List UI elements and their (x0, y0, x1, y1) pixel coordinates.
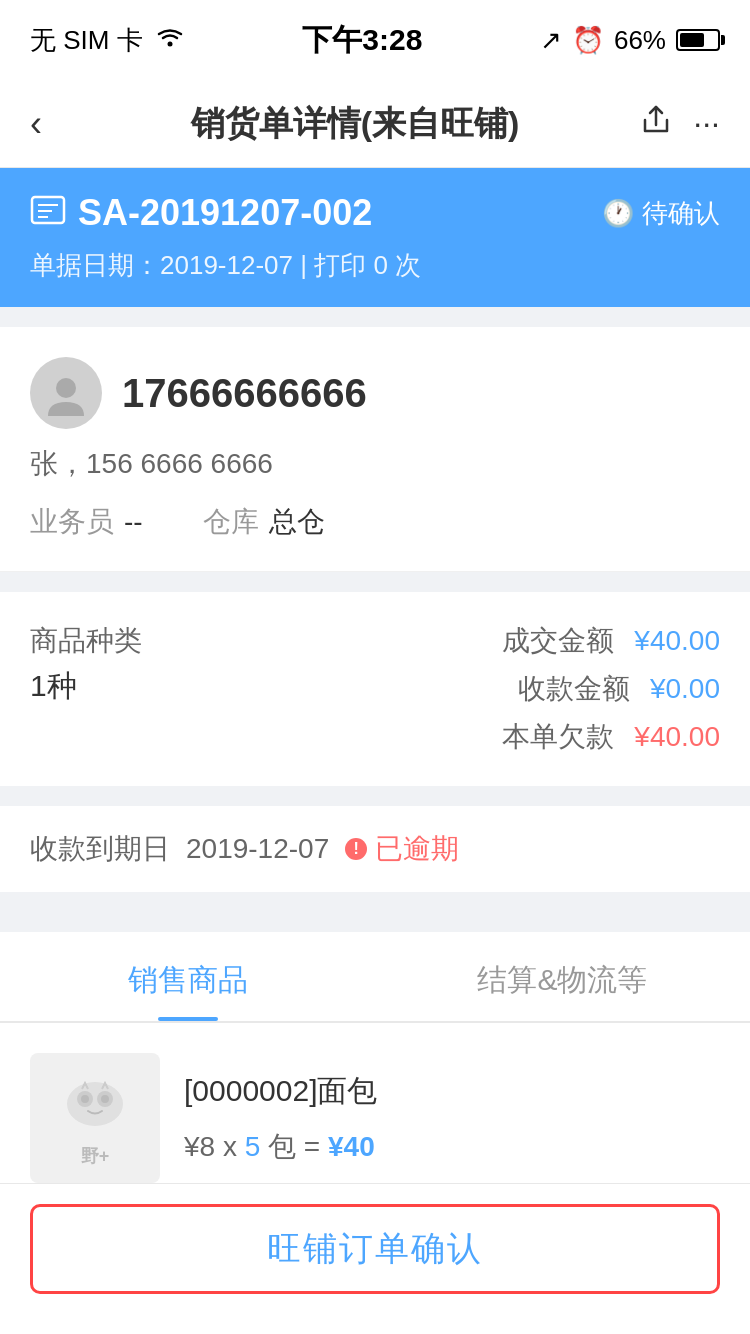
product-unit-price: ¥8 (184, 1131, 215, 1162)
multiply-sign: x (223, 1131, 245, 1162)
wifi-icon (155, 25, 185, 56)
nav-bar: ‹ 销货单详情(来自旺铺) ··· (0, 80, 750, 168)
due-date-value: 2019-12-07 (186, 833, 329, 865)
summary-card: 商品种类 1种 成交金额 ¥40.00 收款金额 ¥0.00 本单欠款 ¥40.… (0, 592, 750, 786)
status-bar-right: ↗ ⏰ 66% (540, 25, 720, 56)
tab-settlement[interactable]: 结算&物流等 (375, 932, 750, 1021)
sales-value: -- (124, 506, 143, 538)
product-qty: 5 (245, 1131, 261, 1162)
product-name: [0000002]面包 (184, 1071, 720, 1112)
status-time: 下午3:28 (302, 20, 422, 61)
unit-text: 包 (268, 1131, 296, 1162)
bottom-bar: 旺铺订单确认 (0, 1183, 750, 1334)
overdue-badge: ! 已逾期 (345, 830, 459, 868)
carrier-text: 无 SIM 卡 (30, 23, 143, 58)
customer-meta: 业务员 -- 仓库 总仓 (30, 503, 720, 541)
svg-point-6 (81, 1095, 89, 1103)
product-type-value: 1种 (30, 666, 142, 707)
product-thumbnail: 野+ (30, 1053, 160, 1183)
amount-label: 成交金额 (502, 622, 614, 660)
amount-row: 成交金额 ¥40.00 (502, 622, 720, 660)
debt-row: 本单欠款 ¥40.00 (502, 718, 720, 756)
order-id-text: SA-20191207-002 (78, 192, 372, 234)
svg-point-2 (56, 378, 76, 398)
customer-card: 17666666666 张，156 6666 6666 业务员 -- 仓库 总仓 (0, 327, 750, 572)
alarm-icon: ⏰ (572, 25, 604, 56)
debt-label: 本单欠款 (502, 718, 614, 756)
debt-value: ¥40.00 (634, 721, 720, 753)
received-value: ¥0.00 (650, 673, 720, 705)
overdue-text: 已逾期 (375, 830, 459, 868)
order-id: SA-20191207-002 (30, 192, 372, 234)
separator-2 (0, 912, 750, 932)
product-info: [0000002]面包 ¥8 x 5 包 = ¥40 (184, 1071, 720, 1166)
customer-avatar (30, 357, 102, 429)
status-bar-left: 无 SIM 卡 (30, 23, 185, 58)
sales-meta: 业务员 -- (30, 503, 143, 541)
status-bar: 无 SIM 卡 下午3:28 ↗ ⏰ 66% (0, 0, 750, 80)
received-label: 收款金额 (518, 670, 630, 708)
battery-percent: 66% (614, 25, 666, 56)
warehouse-label: 仓库 (203, 503, 259, 541)
summary-right: 成交金额 ¥40.00 收款金额 ¥0.00 本单欠款 ¥40.00 (502, 622, 720, 756)
brand-label: 野+ (81, 1144, 110, 1168)
location-icon: ↗ (540, 25, 562, 56)
svg-point-3 (67, 1082, 123, 1126)
product-thumbnail-inner: 野+ (30, 1053, 160, 1183)
page-title: 销货单详情(来自旺铺) (90, 101, 620, 147)
product-code: [0000002] (184, 1074, 317, 1107)
warehouse-meta: 仓库 总仓 (203, 503, 325, 541)
svg-point-0 (167, 41, 172, 46)
more-icon[interactable]: ··· (693, 105, 720, 142)
nav-actions: ··· (620, 103, 720, 145)
product-type-label: 商品种类 (30, 622, 142, 660)
clock-icon: 🕐 (602, 198, 634, 229)
order-header: SA-20191207-002 🕐 待确认 单据日期：2019-12-07 | … (0, 168, 750, 307)
due-date-card: 收款到期日 2019-12-07 ! 已逾期 (0, 806, 750, 892)
due-date-label: 收款到期日 (30, 830, 170, 868)
summary-left: 商品种类 1种 (30, 622, 142, 707)
back-button[interactable]: ‹ (30, 103, 90, 145)
customer-phone: 17666666666 (122, 371, 367, 416)
overdue-icon: ! (345, 838, 367, 860)
tab-sales-products[interactable]: 销售商品 (0, 932, 375, 1021)
warehouse-value: 总仓 (269, 503, 325, 541)
battery-icon (676, 29, 720, 51)
product-title: 面包 (317, 1074, 377, 1107)
order-icon (30, 192, 66, 234)
tabs-container: 销售商品 结算&物流等 (0, 932, 750, 1023)
status-text: 待确认 (642, 196, 720, 231)
received-row: 收款金额 ¥0.00 (518, 670, 720, 708)
owl-logo-icon (60, 1069, 130, 1140)
order-status: 🕐 待确认 (602, 196, 720, 231)
sales-label: 业务员 (30, 503, 114, 541)
separator-1 (0, 307, 750, 327)
product-price-row: ¥8 x 5 包 = ¥40 (184, 1128, 720, 1166)
share-icon[interactable] (639, 103, 673, 145)
svg-point-7 (101, 1095, 109, 1103)
amount-value: ¥40.00 (634, 625, 720, 657)
equals-sign: = (304, 1131, 328, 1162)
product-total: ¥40 (328, 1131, 375, 1162)
confirm-order-button[interactable]: 旺铺订单确认 (30, 1204, 720, 1294)
customer-name: 张，156 6666 6666 (30, 445, 720, 483)
order-date: 单据日期：2019-12-07 | 打印 0 次 (30, 248, 720, 283)
